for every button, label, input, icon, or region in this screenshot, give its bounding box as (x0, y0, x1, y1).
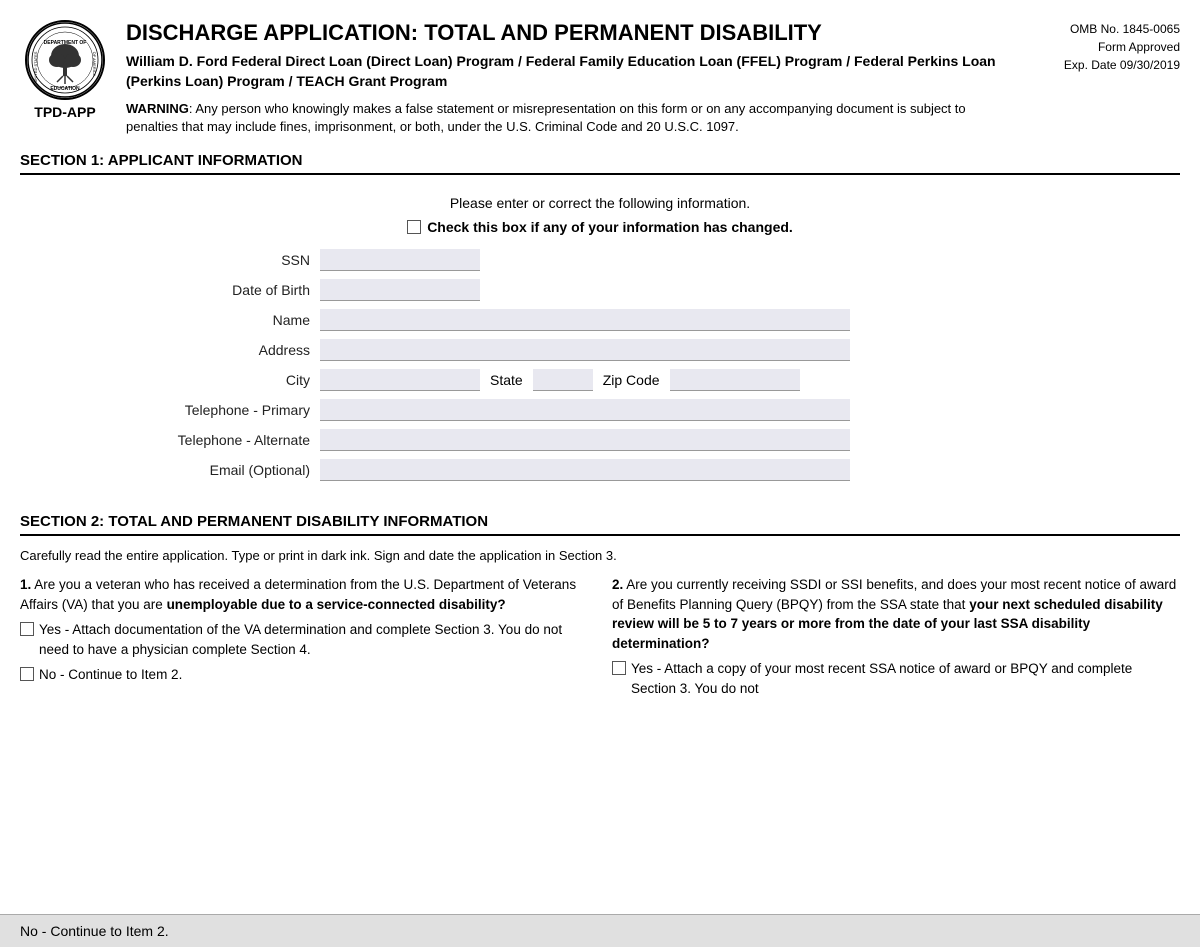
svg-text:UNITED STATES: UNITED STATES (33, 51, 38, 82)
tel-alternate-row: Telephone - Alternate (20, 429, 1180, 451)
tel-primary-input[interactable] (320, 399, 850, 421)
city-state-zip-row: City State Zip Code (20, 369, 1180, 391)
department-seal: DEPARTMENT OF EDUCATION UNITED STATES OF… (25, 20, 105, 100)
name-label: Name (20, 312, 320, 328)
address-row: Address (20, 339, 1180, 361)
email-label: Email (Optional) (20, 462, 320, 478)
q2-yes-text: Yes - Attach a copy of your most recent … (631, 659, 1180, 698)
svg-text:DEPARTMENT OF: DEPARTMENT OF (44, 40, 87, 46)
section1-form: Please enter or correct the following in… (20, 187, 1180, 497)
dob-input[interactable] (320, 279, 480, 301)
dob-label: Date of Birth (20, 282, 320, 298)
q2-yes-checkbox[interactable] (612, 661, 626, 675)
info-changed-label: Check this box if any of your informatio… (427, 219, 793, 235)
section2-note: Carefully read the entire application. T… (20, 548, 1180, 563)
question2-col: 2. Are you currently receiving SSDI or S… (612, 575, 1180, 698)
email-row: Email (Optional) (20, 459, 1180, 481)
ssn-input[interactable] (320, 249, 480, 271)
city-input[interactable] (320, 369, 480, 391)
ssn-label: SSN (20, 252, 320, 268)
address-label: Address (20, 342, 320, 358)
question2-text: 2. Are you currently receiving SSDI or S… (612, 575, 1180, 653)
q1-no-text: No - Continue to Item 2. (39, 665, 182, 685)
page-header: DEPARTMENT OF EDUCATION UNITED STATES OF… (20, 20, 1180, 136)
q1-yes-checkbox[interactable] (20, 622, 34, 636)
dob-row: Date of Birth (20, 279, 1180, 301)
svg-text:OF AMERICA: OF AMERICA (92, 52, 97, 77)
form-code: TPD-APP (34, 104, 95, 120)
bottom-no-continue-label: No - Continue to Item 2. (20, 923, 169, 939)
section1-heading: SECTION 1: APPLICANT INFORMATION (20, 152, 1180, 175)
q1-no-row: No - Continue to Item 2. (20, 665, 588, 685)
q2-yes-row: Yes - Attach a copy of your most recent … (612, 659, 1180, 698)
info-changed-checkbox[interactable] (407, 220, 421, 234)
name-row: Name (20, 309, 1180, 331)
section2-columns: 1. Are you a veteran who has received a … (20, 575, 1180, 698)
zip-input[interactable] (670, 369, 800, 391)
header-content: DISCHARGE APPLICATION: TOTAL AND PERMANE… (126, 20, 1004, 136)
question1-col: 1. Are you a veteran who has received a … (20, 575, 588, 698)
section2-heading: SECTION 2: TOTAL AND PERMANENT DISABILIT… (20, 513, 1180, 536)
form-instruction: Please enter or correct the following in… (20, 195, 1180, 211)
page-title: DISCHARGE APPLICATION: TOTAL AND PERMANE… (126, 20, 1004, 46)
q1-yes-text: Yes - Attach documentation of the VA det… (39, 620, 588, 659)
info-changed-row: Check this box if any of your informatio… (20, 219, 1180, 235)
question1-text: 1. Are you a veteran who has received a … (20, 575, 588, 614)
ssn-row: SSN (20, 249, 1180, 271)
tel-alternate-input[interactable] (320, 429, 850, 451)
zip-label: Zip Code (599, 372, 664, 388)
tel-primary-label: Telephone - Primary (20, 402, 320, 418)
omb-expdate: Exp. Date 09/30/2019 (1020, 56, 1180, 74)
warning-text: WARNING: Any person who knowingly makes … (126, 100, 1004, 136)
tel-primary-row: Telephone - Primary (20, 399, 1180, 421)
program-subtitle: William D. Ford Federal Direct Loan (Dir… (126, 52, 1004, 91)
omb-info: OMB No. 1845-0065 Form Approved Exp. Dat… (1020, 20, 1180, 74)
state-input[interactable] (533, 369, 593, 391)
address-input[interactable] (320, 339, 850, 361)
warning-body: : Any person who knowingly makes a false… (126, 101, 966, 134)
q1-yes-row: Yes - Attach documentation of the VA det… (20, 620, 588, 659)
bottom-bar: No - Continue to Item 2. (0, 914, 1200, 947)
q1-no-checkbox[interactable] (20, 667, 34, 681)
logo-area: DEPARTMENT OF EDUCATION UNITED STATES OF… (20, 20, 110, 120)
tel-alternate-label: Telephone - Alternate (20, 432, 320, 448)
name-input[interactable] (320, 309, 850, 331)
omb-approved: Form Approved (1020, 38, 1180, 56)
omb-number: OMB No. 1845-0065 (1020, 20, 1180, 38)
city-state-zip-group: State Zip Code (320, 369, 800, 391)
city-label: City (20, 372, 320, 388)
svg-text:EDUCATION: EDUCATION (50, 86, 80, 92)
warning-label: WARNING (126, 101, 189, 116)
email-input[interactable] (320, 459, 850, 481)
state-label: State (486, 372, 527, 388)
